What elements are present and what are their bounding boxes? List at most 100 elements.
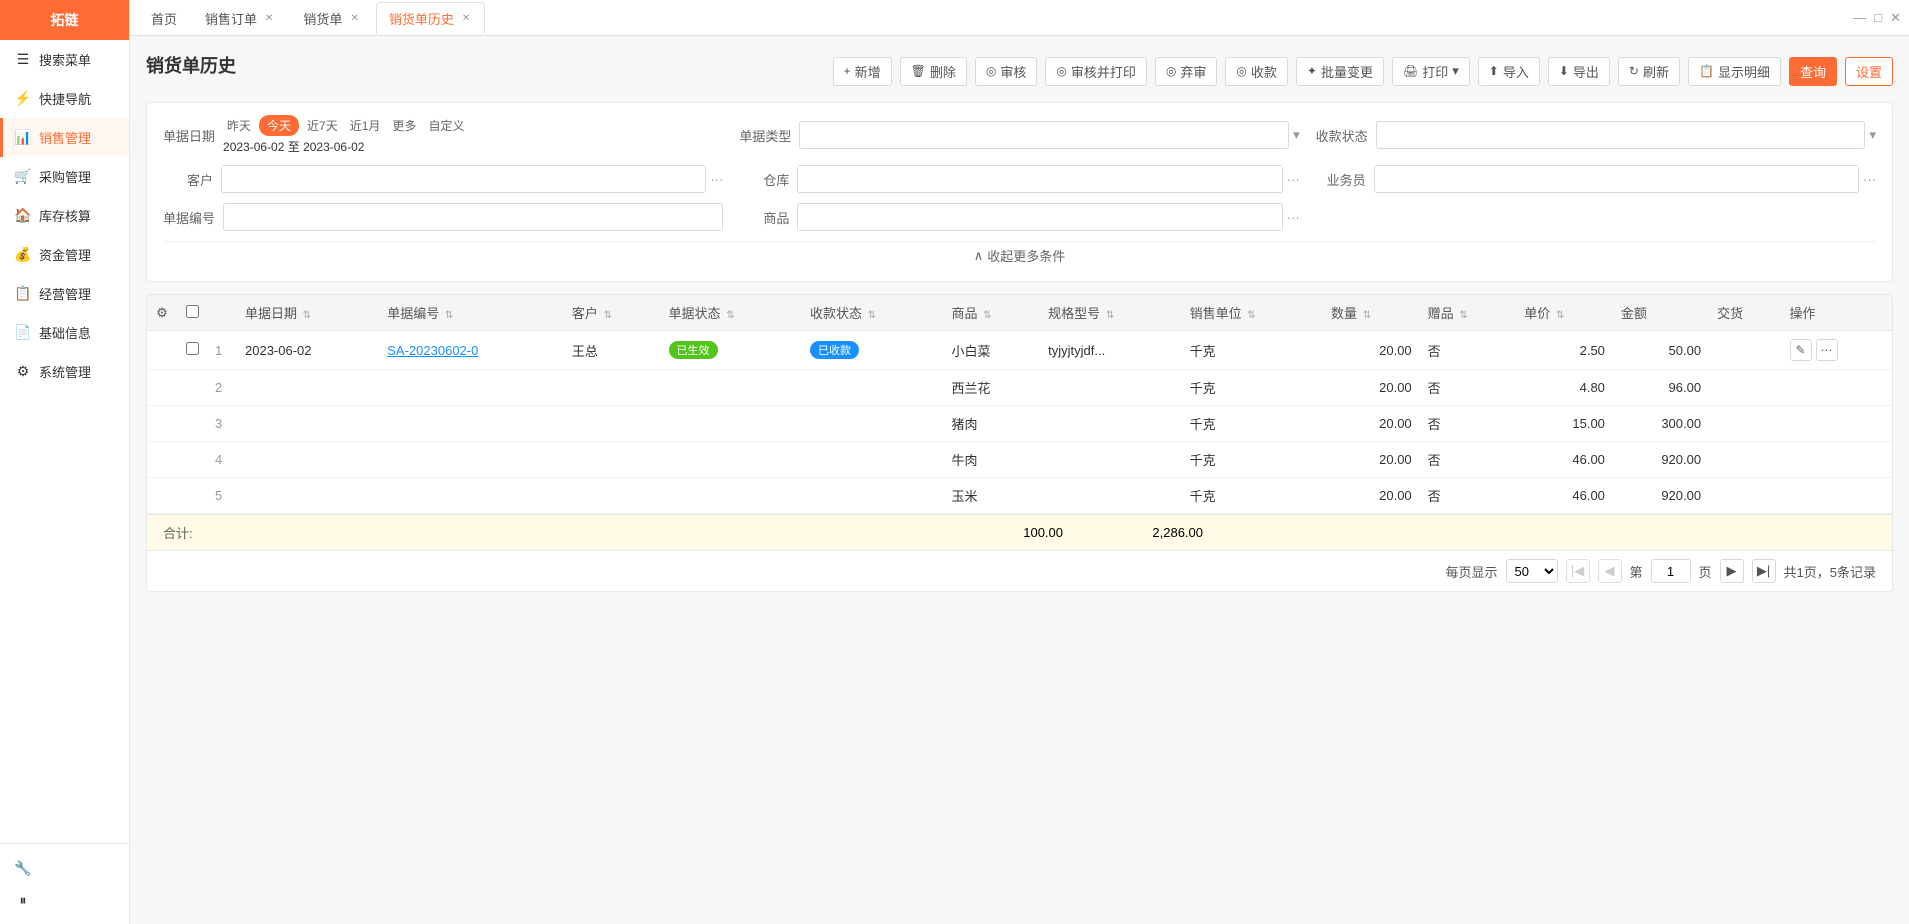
refresh-button[interactable]: ↻ 刷新	[1618, 57, 1680, 86]
date-shortcut-1month[interactable]: 近1月	[346, 115, 385, 136]
col-doc-no[interactable]: 单据编号 ⇅	[379, 295, 564, 331]
date-shortcut-custom[interactable]: 自定义	[424, 115, 468, 136]
date-shortcut-today[interactable]: 今天	[259, 115, 299, 136]
tab-sales-delivery[interactable]: 销货单 ✕	[290, 2, 373, 34]
col-unit-price[interactable]: 单价 ⇅	[1516, 295, 1613, 331]
doc-no-link[interactable]: SA-20230602-0	[387, 343, 478, 358]
tab-maximize-icon[interactable]: □	[1874, 10, 1882, 25]
row-checkbox[interactable]	[186, 342, 199, 355]
col-doc-status[interactable]: 单据状态 ⇅	[661, 295, 802, 331]
sidebar-item-label: 库存核算	[39, 206, 91, 225]
row-checkbox-col[interactable]	[177, 331, 207, 370]
query-button[interactable]: 查询	[1789, 57, 1837, 86]
sidebar-item-inventory[interactable]: 🏠 库存核算	[0, 196, 129, 235]
table-row: 3 猪肉 千克 20.00 否 15.00 300.00	[147, 406, 1892, 442]
abandon-icon: ◎	[1166, 64, 1176, 78]
sidebar-item-ops-mgmt[interactable]: 📋 经营管理	[0, 274, 129, 313]
col-payment-status[interactable]: 收款状态 ⇅	[802, 295, 943, 331]
sidebar-item-capital-mgmt[interactable]: 💰 资金管理	[0, 235, 129, 274]
filter-payment-status-input[interactable]	[1376, 121, 1866, 149]
new-button[interactable]: + 新增	[833, 57, 892, 86]
last-page-btn[interactable]: ▶|	[1752, 559, 1776, 583]
collect-button[interactable]: ◎ 收款	[1225, 57, 1288, 86]
abandon-button[interactable]: ◎ 弃审	[1155, 57, 1218, 86]
tab-close-icon[interactable]: ✕	[1890, 10, 1901, 26]
tab-sales-delivery-close[interactable]: ✕	[348, 13, 360, 24]
collapse-filter-button[interactable]: ∧ 收起更多条件	[163, 241, 1876, 269]
row-checkbox-col[interactable]	[177, 478, 207, 514]
row-spec	[1040, 442, 1181, 478]
sidebar-item-sys-mgmt[interactable]: ⚙ 系统管理	[0, 352, 129, 391]
print-button[interactable]: 🖨 打印 ▾	[1392, 57, 1470, 86]
tab-home[interactable]: 首页	[138, 2, 190, 34]
col-spec[interactable]: 规格型号 ⇅	[1040, 295, 1181, 331]
goods-dots[interactable]: ···	[1287, 210, 1300, 225]
col-settings[interactable]: ⚙	[147, 295, 177, 331]
payment-status-dropdown-icon[interactable]: ▾	[1869, 127, 1876, 143]
row-doc-no[interactable]: SA-20230602-0	[379, 331, 564, 370]
tab-sales-history[interactable]: 销货单历史 ✕	[376, 2, 485, 34]
inventory-icon: 🏠	[15, 208, 31, 224]
filter-goods-input[interactable]	[797, 203, 1282, 231]
filter-payment-status-item: 收款状态 ▾	[1316, 121, 1876, 149]
select-all-checkbox[interactable]	[186, 305, 199, 318]
date-shortcut-7days[interactable]: 近7天	[303, 115, 342, 136]
sidebar-bottom-settings[interactable]: 🔧	[0, 852, 129, 884]
page-size-select[interactable]: 50 20 100	[1506, 559, 1558, 583]
sidebar-item-sales-mgmt[interactable]: 📊 销售管理	[0, 118, 129, 157]
tab-minimize-icon[interactable]: —	[1853, 10, 1866, 25]
row-checkbox-col[interactable]	[177, 406, 207, 442]
sidebar-item-search-menu[interactable]: ☰ 搜索菜单	[0, 40, 129, 79]
filter-customer-input[interactable]	[221, 165, 706, 193]
import-button[interactable]: ⬆ 导入	[1478, 57, 1540, 86]
doc-type-dropdown-icon[interactable]: ▾	[1293, 127, 1300, 143]
sidebar-item-basic-info[interactable]: 📄 基础信息	[0, 313, 129, 352]
tab-sales-order[interactable]: 销售订单 ✕	[192, 2, 288, 34]
settings-button[interactable]: 设置	[1845, 57, 1893, 86]
col-checkbox[interactable]	[177, 295, 207, 331]
col-goods[interactable]: 商品 ⇅	[943, 295, 1040, 331]
sidebar-item-purchase-mgmt[interactable]: 🛒 采购管理	[0, 157, 129, 196]
sidebar-item-quick-nav[interactable]: ⚡ 快捷导航	[0, 79, 129, 118]
col-customer[interactable]: 客户 ⇅	[564, 295, 661, 331]
col-qty[interactable]: 数量 ⇅	[1323, 295, 1420, 331]
batch-change-button[interactable]: ✦ 批量变更	[1296, 57, 1384, 86]
filter-doc-type-item: 单据类型 ▾	[739, 121, 1299, 149]
filter-doc-type-input[interactable]	[799, 121, 1289, 149]
date-shortcut-yesterday[interactable]: 昨天	[223, 115, 255, 136]
row-more-btn[interactable]: ⋯	[1816, 339, 1838, 361]
audit-button[interactable]: ◎ 审核	[975, 57, 1038, 86]
filter-salesperson-input[interactable]	[1374, 165, 1859, 193]
tab-sales-history-close[interactable]: ✕	[460, 13, 472, 24]
date-shortcut-more[interactable]: 更多	[388, 115, 420, 136]
warehouse-dots[interactable]: ···	[1287, 172, 1300, 187]
row-checkbox-col[interactable]	[177, 442, 207, 478]
next-page-btn[interactable]: ▶	[1720, 559, 1744, 583]
salesperson-dots[interactable]: ···	[1863, 172, 1876, 187]
row-doc-no[interactable]	[379, 406, 564, 442]
row-doc-no[interactable]	[379, 370, 564, 406]
prev-page-btn[interactable]: ◀	[1598, 559, 1622, 583]
sidebar-bottom-pause[interactable]: ⏸	[0, 884, 129, 916]
col-gift[interactable]: 赠品 ⇅	[1420, 295, 1517, 331]
col-doc-date[interactable]: 单据日期 ⇅	[237, 295, 379, 331]
filter-docno-input[interactable]	[223, 203, 723, 231]
col-sales-unit[interactable]: 销售单位 ⇅	[1182, 295, 1323, 331]
row-doc-no[interactable]	[379, 442, 564, 478]
row-doc-no[interactable]	[379, 478, 564, 514]
sort-payment-status-icon: ⇅	[868, 310, 876, 321]
show-detail-button[interactable]: 📋 显示明细	[1688, 57, 1781, 86]
row-checkbox-col[interactable]	[177, 370, 207, 406]
export-button[interactable]: ⬇ 导出	[1548, 57, 1610, 86]
audit-print-button[interactable]: ◎ 审核并打印	[1045, 57, 1147, 86]
collapse-arrow-icon: ∧	[974, 248, 984, 264]
customer-dots[interactable]: ···	[710, 172, 723, 187]
filter-customer-label: 客户	[163, 170, 213, 189]
tab-sales-order-close[interactable]: ✕	[263, 13, 275, 24]
filter-warehouse-input[interactable]	[797, 165, 1282, 193]
page-number-input[interactable]	[1651, 559, 1691, 583]
row-edit-btn[interactable]: ✎	[1790, 339, 1812, 361]
delete-button[interactable]: 🗑 删除	[900, 57, 967, 86]
sidebar-bottom: 🔧 ⏸	[0, 843, 129, 924]
first-page-btn[interactable]: |◀	[1566, 559, 1590, 583]
